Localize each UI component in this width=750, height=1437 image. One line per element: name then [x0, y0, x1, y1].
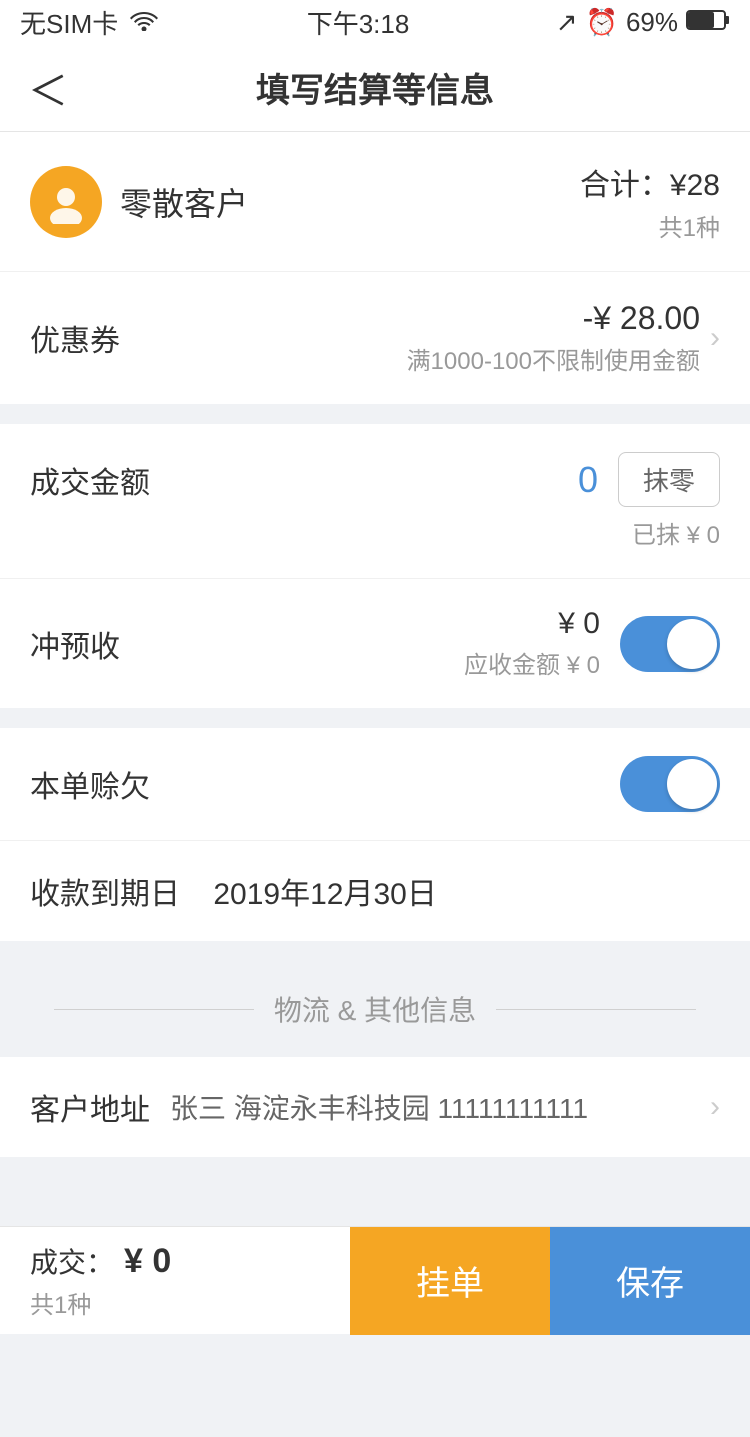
- address-chevron-icon: ›: [710, 1090, 720, 1124]
- address-row[interactable]: 客户地址 张三 海淀永丰科技园 11111111111 ›: [0, 1057, 750, 1157]
- due-date-value: 2019年12月30日: [213, 878, 436, 911]
- total-count: 共1种: [580, 208, 720, 243]
- wifi-icon: [128, 7, 160, 38]
- coupon-description: 满1000-100不限制使用金额: [407, 341, 700, 376]
- due-date-label: 收款到期日 2019年12月30日: [30, 878, 437, 911]
- carrier-text: 无SIM卡: [20, 4, 118, 41]
- advance-right: ¥ 0 应收金额 ¥ 0: [464, 607, 720, 680]
- total-amount: 合计：¥28: [580, 160, 720, 204]
- time-display: 下午3:18: [307, 4, 410, 41]
- nav-bar: ＜ 填写结算等信息: [0, 44, 750, 132]
- chevron-right-icon: ›: [710, 321, 720, 355]
- logistics-section: 物流 & 其他信息: [0, 961, 750, 1057]
- bottom-info: 成交： ¥ 0 共1种: [0, 1241, 350, 1320]
- coupon-discount: -¥ 28.00: [407, 300, 700, 337]
- customer-right: 合计：¥28 共1种: [580, 160, 720, 243]
- debt-toggle-circle: [667, 759, 717, 809]
- section-gap-3: [0, 941, 750, 961]
- battery-text: 69%: [626, 7, 678, 38]
- alarm-icon: ⏰: [586, 7, 618, 38]
- customer-row: 零散客户 合计：¥28 共1种: [0, 132, 750, 271]
- toggle-circle: [667, 619, 717, 669]
- amount-value: 0: [578, 459, 598, 501]
- section-gap-1: [0, 404, 750, 424]
- logistics-line-right: [496, 1009, 696, 1010]
- bottom-bar: 成交： ¥ 0 共1种 挂单 保存: [0, 1226, 750, 1334]
- address-value: 张三 海淀永丰科技园 11111111111: [170, 1087, 710, 1127]
- location-icon: ↗: [556, 7, 578, 38]
- coupon-label: 优惠券: [30, 316, 120, 360]
- amount-right: 0 抹零: [578, 452, 720, 507]
- deal-amount: ¥ 0: [124, 1242, 171, 1281]
- amount-row-container: 成交金额 0 抹零 已抹 ¥ 0: [0, 424, 750, 578]
- advance-info: ¥ 0 应收金额 ¥ 0: [464, 607, 600, 680]
- save-button[interactable]: 保存: [550, 1227, 750, 1335]
- advance-amount: ¥ 0: [464, 607, 600, 641]
- deal-label: 成交：: [30, 1241, 114, 1281]
- amount-section: 成交金额 0 抹零 已抹 ¥ 0 冲预收 ¥ 0 应收金额 ¥ 0: [0, 424, 750, 708]
- bottom-count: 共1种: [30, 1285, 320, 1320]
- logistics-title: 物流 & 其他信息: [30, 989, 720, 1029]
- debt-label: 本单赊欠: [30, 762, 150, 806]
- debt-toggle[interactable]: [620, 756, 720, 812]
- bottom-deal: 成交： ¥ 0: [30, 1241, 320, 1281]
- amount-sub-text: 已抹 ¥ 0: [30, 515, 720, 550]
- coupon-info: -¥ 28.00 满1000-100不限制使用金额: [407, 300, 700, 376]
- advance-toggle[interactable]: [620, 616, 720, 672]
- round-off-button[interactable]: 抹零: [618, 452, 720, 507]
- amount-label: 成交金额: [30, 458, 150, 502]
- advance-receivable: 应收金额 ¥ 0: [464, 645, 600, 680]
- page-title: 填写结算等信息: [256, 63, 494, 112]
- section-gap-2: [0, 708, 750, 728]
- avatar: [30, 166, 102, 238]
- amount-row: 成交金额 0 抹零: [30, 452, 720, 507]
- customer-name: 零散客户: [120, 179, 248, 225]
- debt-row: 本单赊欠: [0, 728, 750, 840]
- logistics-line-left: [54, 1009, 254, 1010]
- coupon-row[interactable]: 优惠券 -¥ 28.00 满1000-100不限制使用金额 ›: [0, 271, 750, 404]
- debt-section: 本单赊欠 收款到期日 2019年12月30日: [0, 728, 750, 941]
- hang-order-button[interactable]: 挂单: [350, 1227, 550, 1335]
- coupon-right: -¥ 28.00 满1000-100不限制使用金额 ›: [407, 300, 720, 376]
- back-button[interactable]: ＜: [28, 59, 68, 117]
- customer-left: 零散客户: [30, 166, 248, 238]
- address-label: 客户地址: [30, 1085, 150, 1129]
- status-left: 无SIM卡: [20, 4, 160, 41]
- status-bar: 无SIM卡 下午3:18 ↗ ⏰ 69%: [0, 0, 750, 44]
- battery-icon: [686, 7, 730, 38]
- advance-row: 冲预收 ¥ 0 应收金额 ¥ 0: [0, 578, 750, 708]
- due-date-row: 收款到期日 2019年12月30日: [0, 840, 750, 941]
- status-right: ↗ ⏰ 69%: [556, 7, 730, 38]
- advance-label: 冲预收: [30, 622, 120, 666]
- customer-section: 零散客户 合计：¥28 共1种 优惠券 -¥ 28.00 满1000-100不限…: [0, 132, 750, 404]
